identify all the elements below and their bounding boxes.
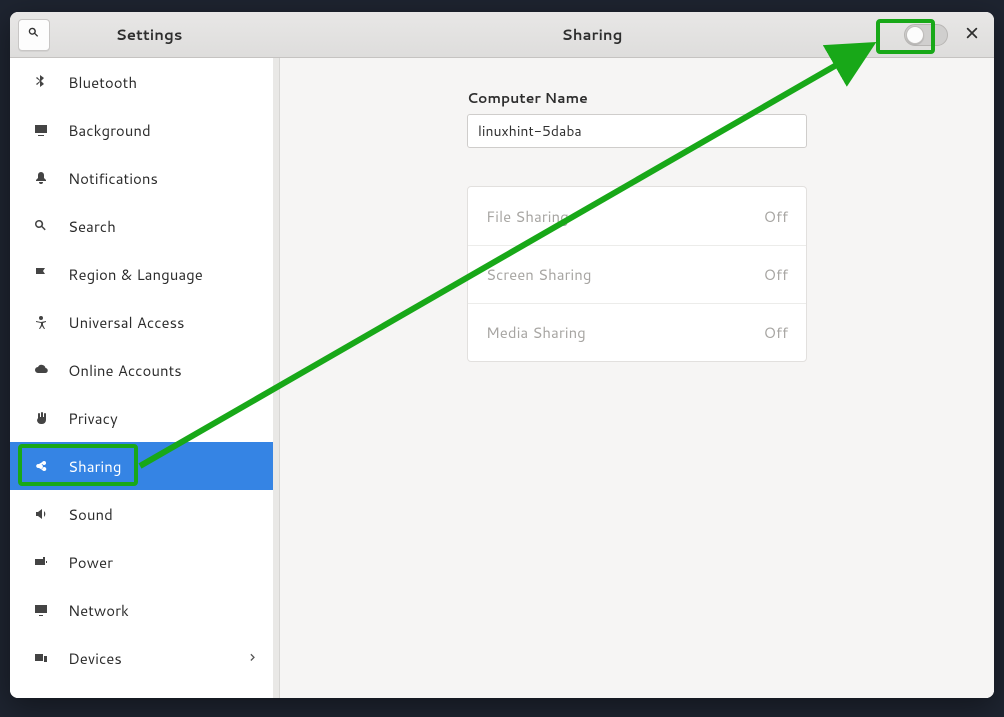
search-icon [27,23,41,46]
sidebar: Bluetooth Background Notifications Search Re… [10,58,280,698]
speaker-icon [32,506,50,522]
screen-icon [32,602,50,618]
sharing-option-file-sharing[interactable]: File Sharing Off [468,187,806,245]
sidebar-item-label: Notifications [68,168,261,189]
sharing-option-status: Off [764,264,788,285]
computer-name-label: Computer Name [467,88,807,108]
flag-icon [32,266,50,282]
sidebar-item-details[interactable]: Details [10,682,279,698]
sidebar-item-label: Universal Access [68,312,261,333]
sidebar-item-privacy[interactable]: Privacy [10,394,279,442]
sidebar-item-label: Details [68,696,229,699]
cloud-icon [32,362,50,378]
sidebar-item-label: Sound [68,504,261,525]
switch-knob [906,26,924,44]
chevron-right-icon [247,653,261,663]
sidebar-list[interactable]: Bluetooth Background Notifications Search Re… [10,58,279,698]
window-body: Bluetooth Background Notifications Search Re… [10,58,994,698]
content-panel: Computer Name File SharingOffScreen Shar… [280,58,994,698]
sharing-options-list: File SharingOffScreen SharingOffMedia Sh… [467,186,807,362]
sidebar-item-power[interactable]: Power [10,538,279,586]
sidebar-scrollbar[interactable] [273,58,279,698]
sidebar-item-label: Region & Language [68,264,261,285]
sidebar-item-label: Online Accounts [68,360,261,381]
sidebar-item-label: Network [68,600,261,621]
sidebar-item-background[interactable]: Background [10,106,279,154]
sharing-option-media-sharing[interactable]: Media Sharing Off [468,303,806,361]
sharing-option-label: File Sharing [486,206,569,227]
accessibility-icon [32,314,50,330]
sidebar-item-region-language[interactable]: Region & Language [10,250,279,298]
devices-icon [32,650,50,666]
desktop-icon [32,122,50,138]
settings-window: Settings Sharing Bluetooth Background Noti… [10,12,994,698]
sidebar-item-sound[interactable]: Sound [10,490,279,538]
sidebar-item-notifications[interactable]: Notifications [10,154,279,202]
sidebar-item-label: Search [68,216,261,237]
sidebar-item-label: Power [68,552,261,573]
sharing-option-status: Off [764,322,788,343]
sharing-option-label: Media Sharing [486,322,586,343]
sidebar-item-label: Background [68,120,261,141]
sidebar-item-label: Sharing [68,456,261,477]
close-icon [965,23,979,46]
sidebar-item-devices[interactable]: Devices [10,634,279,682]
search-button[interactable] [18,19,50,51]
close-button[interactable] [956,19,988,51]
computer-name-input[interactable] [467,114,807,148]
sidebar-item-label: Bluetooth [68,72,261,93]
headerbar: Settings Sharing [10,12,994,58]
sharing-option-status: Off [764,206,788,227]
sharing-master-switch[interactable] [904,24,948,46]
search-icon [32,218,50,234]
headerbar-right: Sharing [280,12,994,57]
sidebar-item-label: Privacy [68,408,261,429]
sharing-option-label: Screen Sharing [486,264,591,285]
sidebar-item-sharing[interactable]: Sharing [10,442,279,490]
headerbar-left: Settings [10,12,280,57]
battery-icon [32,554,50,570]
bell-icon [32,170,50,186]
hand-icon [32,410,50,426]
share-icon [32,458,50,474]
sidebar-item-search[interactable]: Search [10,202,279,250]
sidebar-item-bluetooth[interactable]: Bluetooth [10,58,279,106]
header-left-title: Settings [50,24,280,45]
bluetooth-icon [32,74,50,90]
sidebar-item-label: Devices [68,648,229,669]
sidebar-item-universal-access[interactable]: Universal Access [10,298,279,346]
sidebar-item-online-accounts[interactable]: Online Accounts [10,346,279,394]
sidebar-item-network[interactable]: Network [10,586,279,634]
header-right-title: Sharing [280,24,904,45]
sharing-option-screen-sharing[interactable]: Screen Sharing Off [468,245,806,303]
